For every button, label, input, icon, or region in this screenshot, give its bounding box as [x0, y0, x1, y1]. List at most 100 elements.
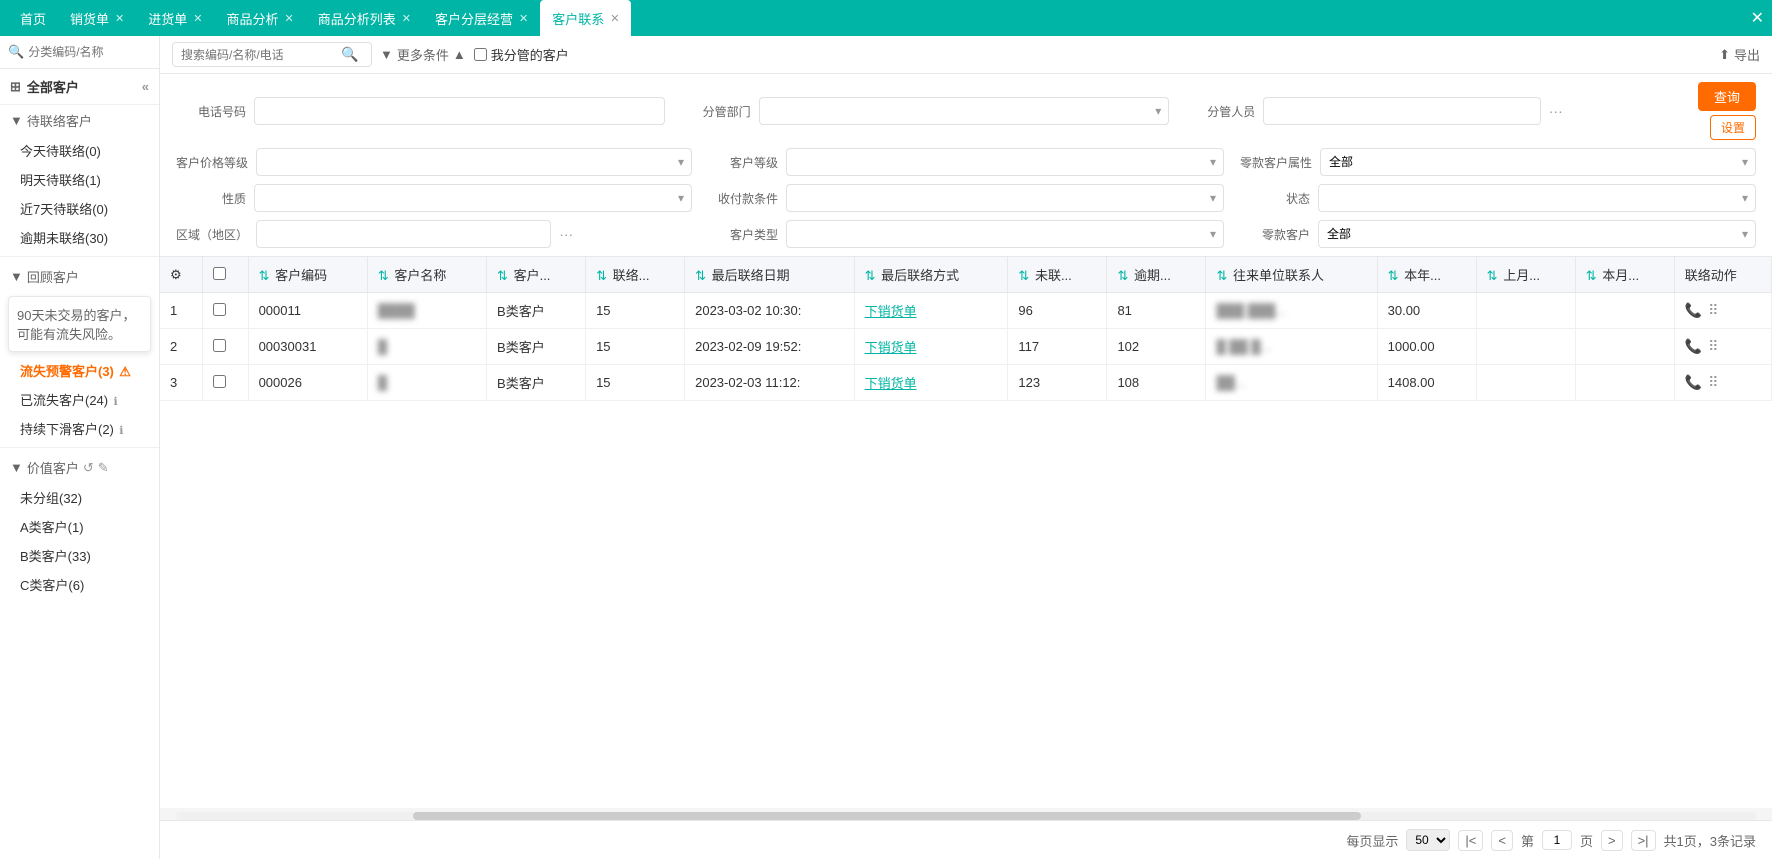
per-page-select[interactable]: 50	[1406, 829, 1450, 851]
sidebar-item-churned[interactable]: 已流失客户(24) ℹ	[0, 385, 159, 414]
action-more-icon-1[interactable]: ⠿	[1708, 338, 1718, 355]
tab-analysis-list[interactable]: 商品分析列表 ✕	[306, 0, 423, 36]
scrollbar-thumb[interactable]	[413, 812, 1361, 820]
th-liaison[interactable]: ⇅ 往来单位联系人	[1206, 257, 1377, 293]
row-checkbox-2[interactable]	[213, 375, 226, 388]
filter-row-2: 客户价格等级 客户等级 零款客户属性 全部	[176, 148, 1756, 176]
sidebar-item-ungrouped[interactable]: 未分组(32)	[0, 483, 159, 512]
settings-col-icon[interactable]: ⚙	[170, 267, 182, 282]
sort-contact-icon: ⇅	[596, 268, 607, 283]
method-link-0[interactable]: 下销货单	[865, 304, 917, 319]
filter-region-more[interactable]: ···	[559, 226, 573, 242]
action-more-icon-0[interactable]: ⠿	[1708, 302, 1718, 319]
tab-purchase[interactable]: 进货单 ✕	[136, 0, 214, 36]
th-name[interactable]: ⇅ 客户名称	[367, 257, 486, 293]
sidebar-all-customers[interactable]: ⊞ 全部客户 «	[0, 69, 159, 105]
sidebar-search-input[interactable]	[28, 45, 151, 59]
sidebar-section-review[interactable]: ▼ 回顾客户	[0, 261, 159, 292]
prev-page-button[interactable]: <	[1491, 830, 1513, 851]
table-row: 1 000011 ████ B类客户 15 2023-03-02 10:30: …	[160, 293, 1772, 329]
settings-button[interactable]: 设置	[1710, 115, 1756, 140]
th-last-method[interactable]: ⇅ 最后联络方式	[854, 257, 1008, 293]
sidebar-item-ungrouped-label: 未分组(32)	[20, 491, 82, 506]
tab-customer-seg-close[interactable]: ✕	[519, 12, 528, 25]
filter-level-select[interactable]	[786, 148, 1224, 176]
row-checkbox-1[interactable]	[213, 339, 226, 352]
tab-analysis[interactable]: 商品分析 ✕	[214, 0, 305, 36]
tab-sales[interactable]: 销货单 ✕	[58, 0, 136, 36]
sidebar-item-tomorrow[interactable]: 明天待联络(1)	[0, 165, 159, 194]
tab-sales-close[interactable]: ✕	[115, 12, 124, 25]
sidebar-item-a-class[interactable]: A类客户(1)	[0, 512, 159, 541]
export-button[interactable]: ⬆ 导出	[1719, 45, 1760, 64]
sidebar-item-b-class[interactable]: B类客户(33)	[0, 541, 159, 570]
sidebar-item-c-class[interactable]: C类客户(6)	[0, 570, 159, 599]
th-type[interactable]: ⇅ 客户...	[487, 257, 586, 293]
th-overdue[interactable]: ⇅ 逾期...	[1107, 257, 1206, 293]
filter-manager-input[interactable]	[1263, 97, 1540, 125]
sidebar-section-pending[interactable]: ▼ 待联络客户	[0, 105, 159, 136]
section-value-refresh[interactable]: ↺	[83, 460, 94, 476]
filter-actions: 查询 设置	[1698, 82, 1756, 140]
query-button[interactable]: 查询	[1698, 82, 1756, 111]
row-checkbox-0[interactable]	[213, 303, 226, 316]
search-input[interactable]	[181, 48, 341, 62]
filter-zero-attr-select[interactable]: 全部	[1320, 148, 1756, 176]
my-customers-checkbox[interactable]	[474, 48, 487, 61]
th-code[interactable]: ⇅ 客户编码	[248, 257, 367, 293]
last-page-button[interactable]: >|	[1631, 830, 1656, 851]
cell-this-year-1: 1000.00	[1377, 329, 1476, 365]
action-more-icon-2[interactable]: ⠿	[1708, 374, 1718, 391]
sidebar-divider-2	[0, 447, 159, 448]
cell-index-1: 2	[160, 329, 203, 365]
sidebar-collapse-button[interactable]: «	[142, 79, 149, 94]
th-this-year[interactable]: ⇅ 本年...	[1377, 257, 1476, 293]
sidebar-item-7days[interactable]: 近7天待联络(0)	[0, 194, 159, 223]
tab-purchase-close[interactable]: ✕	[193, 12, 202, 25]
window-close-button[interactable]: ✕	[1751, 8, 1764, 28]
first-page-button[interactable]: |<	[1458, 830, 1483, 851]
tab-analysis-close[interactable]: ✕	[285, 12, 294, 25]
th-contact[interactable]: ⇅ 联络...	[586, 257, 685, 293]
more-conditions-button[interactable]: ▼ 更多条件 ▲	[380, 45, 466, 64]
cell-date-0: 2023-03-02 10:30:	[685, 293, 854, 329]
filter-status-select[interactable]	[1318, 184, 1756, 212]
filter-price-grade-select[interactable]	[256, 148, 692, 176]
next-page-button[interactable]: >	[1601, 830, 1623, 851]
horizontal-scrollbar[interactable]	[176, 812, 1756, 820]
filter-zero-customer-select[interactable]: 全部	[1318, 220, 1756, 248]
tab-customer-segmentation[interactable]: 客户分层经营 ✕	[423, 0, 540, 36]
method-link-2[interactable]: 下销货单	[865, 376, 917, 391]
page-number-input[interactable]	[1542, 830, 1572, 850]
sidebar-section-value[interactable]: ▼ 价值客户 ↺ ✎	[0, 452, 159, 483]
action-contact-icon-1[interactable]: 📞	[1685, 338, 1702, 355]
th-last-date[interactable]: ⇅ 最后联络日期	[685, 257, 854, 293]
tab-customer-contact[interactable]: 客户联系 ✕	[540, 0, 631, 36]
sidebar-item-churn-warning[interactable]: 流失预警客户(3) ⚠	[0, 356, 159, 385]
tab-analysis-list-close[interactable]: ✕	[402, 12, 411, 25]
filter-customer-type-select[interactable]	[786, 220, 1224, 248]
filter-bar: 🔍 ▼ 更多条件 ▲ 我分管的客户 ⬆ 导出	[160, 36, 1772, 74]
sidebar-item-overdue[interactable]: 逾期未联络(30)	[0, 223, 159, 252]
th-last-month[interactable]: ⇅ 上月...	[1476, 257, 1575, 293]
sidebar-item-today[interactable]: 今天待联络(0)	[0, 136, 159, 165]
filter-region-input[interactable]	[256, 220, 551, 248]
filter-payment-select[interactable]	[786, 184, 1224, 212]
th-not-contacted[interactable]: ⇅ 未联...	[1008, 257, 1107, 293]
filter-gender: 性质	[176, 184, 692, 212]
select-all-checkbox[interactable]	[213, 267, 226, 280]
action-contact-icon-0[interactable]: 📞	[1685, 302, 1702, 319]
filter-phone-input[interactable]	[254, 97, 665, 125]
filter-manager-more[interactable]: ···	[1549, 103, 1563, 119]
cell-index-2: 3	[160, 365, 203, 401]
section-value-edit[interactable]: ✎	[98, 460, 109, 476]
tab-customer-contact-close[interactable]: ✕	[610, 12, 619, 25]
action-contact-icon-2[interactable]: 📞	[1685, 374, 1702, 391]
filter-dept-select[interactable]	[759, 97, 1170, 125]
filter-gender-select[interactable]	[254, 184, 692, 212]
th-this-month[interactable]: ⇅ 本月...	[1575, 257, 1674, 293]
method-link-1[interactable]: 下销货单	[865, 340, 917, 355]
search-icon[interactable]: 🔍	[341, 46, 358, 63]
tab-home[interactable]: 首页	[8, 0, 58, 36]
sidebar-item-declining[interactable]: 持续下滑客户(2) ℹ	[0, 414, 159, 443]
